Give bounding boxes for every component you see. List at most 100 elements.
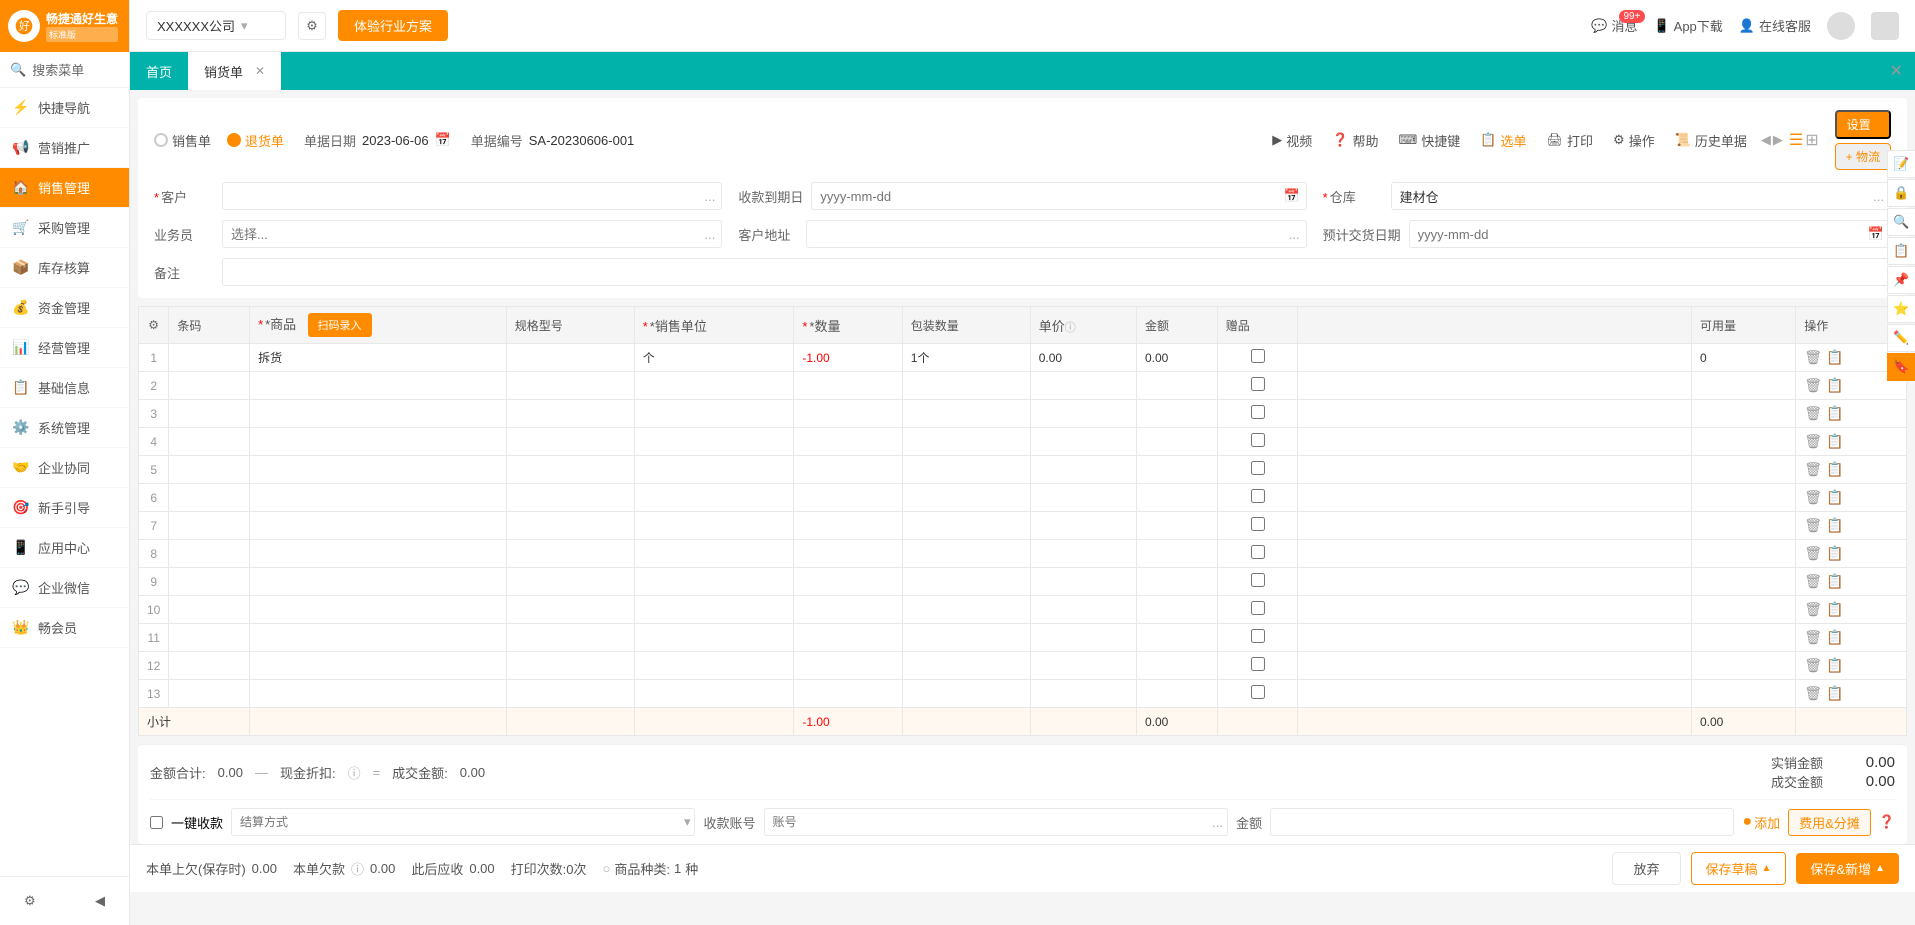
gift-checkbox-6[interactable]: [1251, 517, 1265, 531]
sidebar-settings-btn[interactable]: ⚙: [12, 885, 48, 917]
right-icon-1[interactable]: 📝: [1887, 150, 1915, 178]
gift-checkbox-3[interactable]: [1251, 433, 1265, 447]
sidebar-item-cooperation[interactable]: 🤝 企业协同: [0, 448, 129, 488]
app-download-btn[interactable]: 📱 App下载: [1653, 16, 1722, 35]
copy-icon-8[interactable]: 📋: [1826, 573, 1843, 590]
sidebar-item-system[interactable]: ⚙️ 系统管理: [0, 408, 129, 448]
delete-icon-2[interactable]: 🗑: [1804, 405, 1822, 422]
delete-icon-7[interactable]: 🗑: [1804, 545, 1822, 562]
gift-checkbox-5[interactable]: [1251, 489, 1265, 503]
payment-calendar-icon[interactable]: 📅: [1277, 188, 1305, 204]
delete-icon-1[interactable]: 🗑: [1804, 377, 1822, 394]
add-payment-btn[interactable]: ● 添加: [1742, 813, 1780, 832]
copy-icon-2[interactable]: 📋: [1826, 405, 1843, 422]
payment-amount-field[interactable]: [1271, 815, 1733, 829]
gift-checkbox-12[interactable]: [1251, 685, 1265, 699]
delivery-date-input-field[interactable]: [1410, 227, 1862, 242]
customer-input[interactable]: ...: [222, 182, 722, 210]
gift-checkbox-11[interactable]: [1251, 657, 1265, 671]
customer-address-input-field[interactable]: [807, 227, 1282, 242]
help-btn[interactable]: ❓ 帮助: [1326, 128, 1384, 153]
account-input[interactable]: ...: [764, 808, 1228, 836]
copy-icon-6[interactable]: 📋: [1826, 517, 1843, 534]
warehouse-input[interactable]: ...: [1391, 182, 1891, 210]
sidebar-item-inventory[interactable]: 📦 库存核算: [0, 248, 129, 288]
sidebar-item-marketing[interactable]: 📢 营销推广: [0, 128, 129, 168]
right-icon-2[interactable]: 🔒: [1887, 179, 1915, 207]
select-btn[interactable]: 📋 选单: [1474, 128, 1532, 153]
discount-help-icon[interactable]: ⓘ: [348, 763, 361, 782]
copy-icon-9[interactable]: 📋: [1826, 601, 1843, 618]
gift-checkbox-2[interactable]: [1251, 405, 1265, 419]
right-icon-3[interactable]: 🔍: [1887, 208, 1915, 236]
sidebar-item-basic[interactable]: 📋 基础信息: [0, 368, 129, 408]
window-close-btn[interactable]: ✕: [1878, 61, 1915, 81]
company-selector[interactable]: XXXXXX公司 ▾: [146, 11, 286, 40]
user-menu-btn[interactable]: [1871, 12, 1899, 40]
gift-checkbox-10[interactable]: [1251, 629, 1265, 643]
history-btn[interactable]: 📜 历史单据: [1669, 128, 1753, 153]
right-icon-7[interactable]: ✏️: [1887, 324, 1915, 352]
view-toggle-2[interactable]: ⊞: [1805, 130, 1818, 150]
notes-input-field[interactable]: [223, 265, 1890, 280]
header-settings-btn[interactable]: ⚙: [298, 12, 326, 40]
copy-icon-7[interactable]: 📋: [1826, 545, 1843, 562]
copy-icon-5[interactable]: 📋: [1826, 489, 1843, 506]
sidebar-item-quick-nav[interactable]: ⚡ 快捷导航: [0, 88, 129, 128]
gift-checkbox-4[interactable]: [1251, 461, 1265, 475]
gift-checkbox-8[interactable]: [1251, 573, 1265, 587]
gift-checkbox-1[interactable]: [1251, 377, 1265, 391]
right-icon-6[interactable]: ⭐: [1887, 295, 1915, 323]
gift-checkbox-0[interactable]: [1251, 349, 1265, 363]
payment-method-input[interactable]: [232, 815, 680, 829]
delivery-calendar-icon[interactable]: 📅: [1862, 226, 1890, 242]
warehouse-input-field[interactable]: [1392, 189, 1867, 204]
save-draft-btn[interactable]: 保存草稿 ▲: [1691, 852, 1787, 885]
customer-input-field[interactable]: [223, 189, 698, 204]
overdue-help-icon[interactable]: ⓘ: [351, 859, 364, 878]
sidebar-item-sales[interactable]: 🏠 销售管理: [0, 168, 129, 208]
payment-due-input[interactable]: 📅: [811, 182, 1306, 210]
avatar[interactable]: [1827, 12, 1855, 40]
radio-sales[interactable]: 销售单: [154, 131, 211, 150]
right-icon-8[interactable]: 🔖: [1887, 353, 1915, 381]
tab-close-btn[interactable]: ✕: [255, 64, 265, 78]
radio-return[interactable]: 退货单: [227, 131, 284, 150]
notes-input[interactable]: [222, 258, 1891, 286]
sidebar-item-app-center[interactable]: 📱 应用中心: [0, 528, 129, 568]
right-icon-4[interactable]: 📋: [1887, 237, 1915, 265]
prev-btn[interactable]: ◀: [1761, 132, 1771, 148]
sidebar-item-member[interactable]: 👑 畅会员: [0, 608, 129, 648]
delete-icon-0[interactable]: 🗑: [1804, 349, 1822, 366]
gift-checkbox-9[interactable]: [1251, 601, 1265, 615]
payment-amount-input[interactable]: [1270, 808, 1734, 836]
gift-checkbox-7[interactable]: [1251, 545, 1265, 559]
copy-icon-0[interactable]: 📋: [1826, 349, 1843, 366]
right-icon-5[interactable]: 📌: [1887, 266, 1915, 294]
payment-due-input-field[interactable]: [812, 189, 1277, 204]
copy-icon-10[interactable]: 📋: [1826, 629, 1843, 646]
delete-icon-12[interactable]: 🗑: [1804, 685, 1822, 702]
shortcuts-btn[interactable]: ⌨ 快捷键: [1393, 128, 1467, 153]
print-btn[interactable]: 🖨 打印: [1541, 128, 1600, 153]
delete-icon-9[interactable]: 🗑: [1804, 601, 1822, 618]
message-btn[interactable]: 💬 消息 99+: [1591, 16, 1637, 35]
tab-home[interactable]: 首页: [130, 52, 188, 90]
delete-icon-3[interactable]: 🗑: [1804, 433, 1822, 450]
sidebar-item-enterprise-wechat[interactable]: 💬 企业微信: [0, 568, 129, 608]
salesperson-input[interactable]: ...: [222, 220, 722, 248]
discard-btn[interactable]: 放弃: [1612, 852, 1680, 885]
product-kind-checkbox[interactable]: ○: [603, 861, 611, 876]
copy-icon-11[interactable]: 📋: [1826, 657, 1843, 674]
delete-icon-4[interactable]: 🗑: [1804, 461, 1822, 478]
sidebar-item-finance[interactable]: 💰 资金管理: [0, 288, 129, 328]
copy-icon-12[interactable]: 📋: [1826, 685, 1843, 702]
payment-help-icon[interactable]: ❓: [1879, 814, 1895, 830]
payment-method-select[interactable]: ▾: [231, 808, 695, 836]
sidebar-search-btn[interactable]: 🔍 搜索菜单: [0, 52, 129, 88]
save-new-btn[interactable]: 保存&新增 ▲: [1796, 853, 1899, 884]
calendar-icon[interactable]: 📅: [435, 132, 451, 148]
delete-icon-10[interactable]: 🗑: [1804, 629, 1822, 646]
scan-btn[interactable]: 扫码录入: [308, 313, 372, 337]
operate-btn[interactable]: ⚙ 操作: [1607, 128, 1661, 153]
